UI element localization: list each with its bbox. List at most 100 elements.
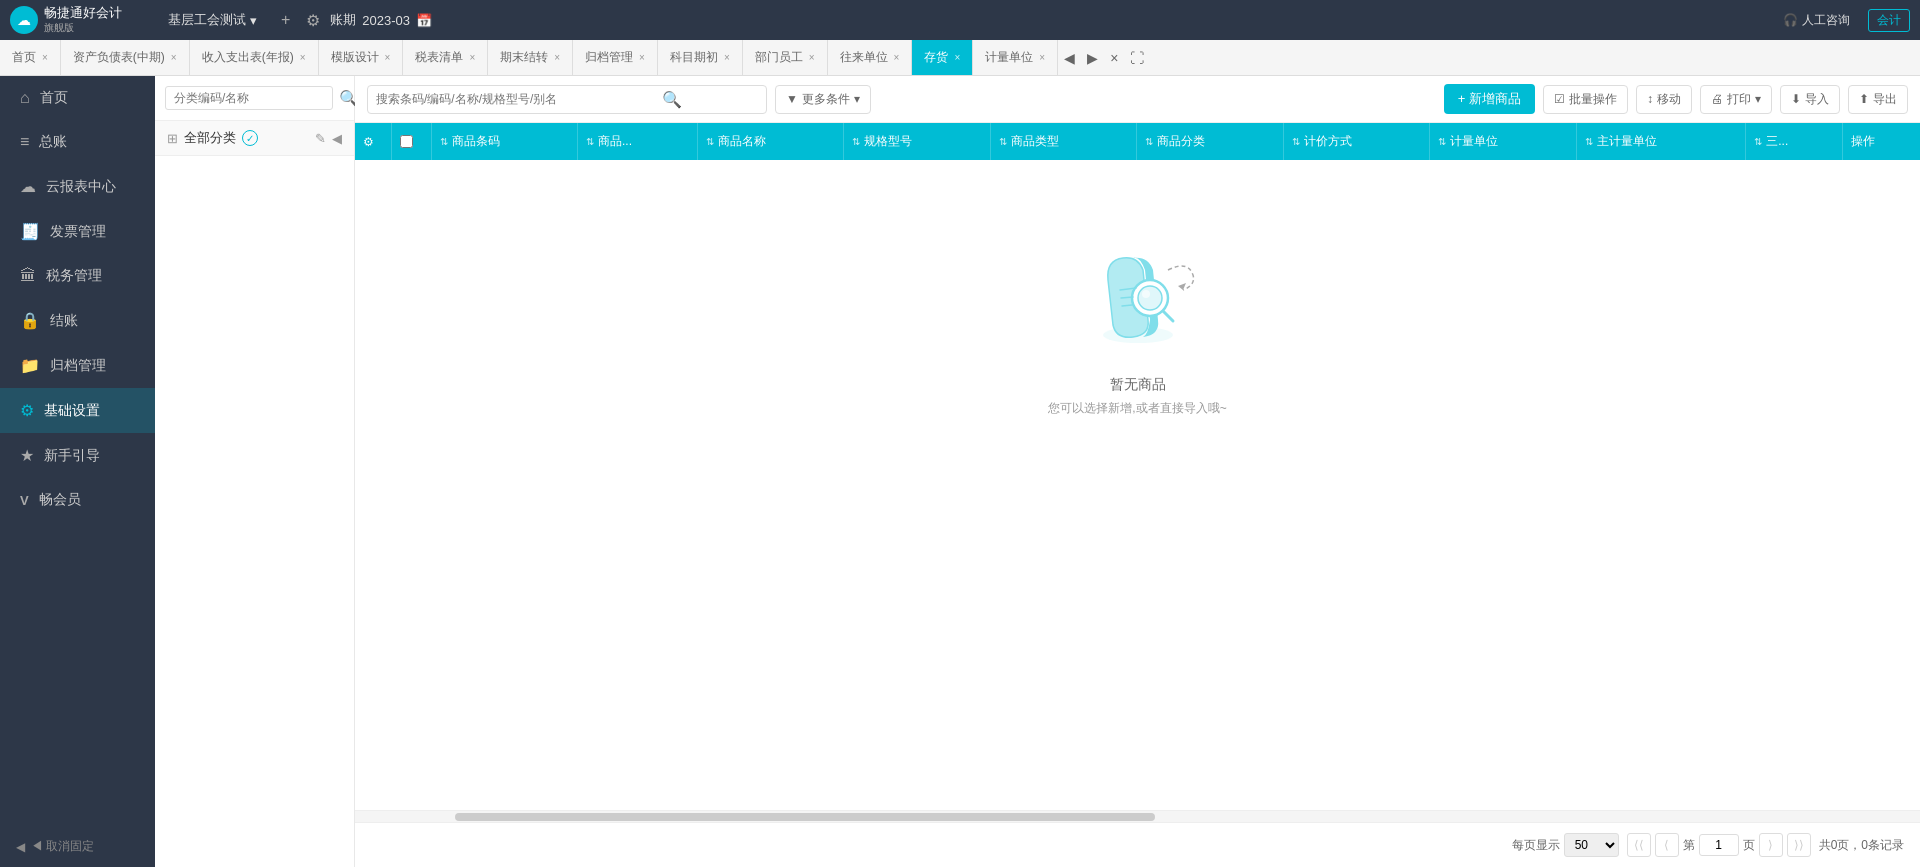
last-page-button[interactable]: ⟩⟩ (1787, 833, 1811, 857)
tab-partner[interactable]: 往来单位 × (828, 40, 913, 76)
tab-archive-close[interactable]: × (639, 52, 645, 63)
tab-employee-close[interactable]: × (809, 52, 815, 63)
th-category[interactable]: ⇅ 商品分类 (1137, 123, 1284, 160)
tab-income[interactable]: 收入支出表(年报) × (190, 40, 319, 76)
tab-template-label: 模版设计 (331, 49, 379, 66)
page-input[interactable] (1699, 834, 1739, 856)
sidebar-item-cloud[interactable]: ☁ 云报表中心 (0, 164, 155, 209)
th-type[interactable]: ⇅ 商品类型 (990, 123, 1137, 160)
sidebar-item-guide[interactable]: ★ 新手引导 (0, 433, 155, 478)
horizontal-scrollbar[interactable] (355, 810, 1920, 822)
tab-subject[interactable]: 科目期初 × (658, 40, 743, 76)
move-icon: ↕ (1647, 92, 1653, 106)
th-main-unit[interactable]: ⇅ 主计量单位 (1576, 123, 1745, 160)
tab-tax[interactable]: 税表清单 × (403, 40, 488, 76)
print-label: 打印 (1727, 91, 1751, 108)
tab-inventory[interactable]: 存货 × (912, 40, 973, 76)
search-input[interactable] (376, 92, 656, 106)
filter-icon: ▼ (786, 92, 798, 106)
tab-subject-close[interactable]: × (724, 52, 730, 63)
sidebar-item-home[interactable]: ⌂ 首页 (0, 76, 155, 120)
sidebar-item-archive[interactable]: 📁 归档管理 (0, 343, 155, 388)
th-code[interactable]: ⇅ 商品... (578, 123, 698, 160)
invoice-icon: 🧾 (20, 222, 40, 241)
tab-tax-close[interactable]: × (469, 52, 475, 63)
select-all-checkbox[interactable] (400, 135, 413, 148)
calendar-icon[interactable]: 📅 (416, 13, 432, 28)
tab-archive[interactable]: 归档管理 × (573, 40, 658, 76)
sort-spec-icon: ⇅ (852, 136, 860, 147)
th-name[interactable]: ⇅ 商品名称 (697, 123, 844, 160)
sidebar-item-close[interactable]: 🔒 结账 (0, 298, 155, 343)
th-price-mode[interactable]: ⇅ 计价方式 (1283, 123, 1430, 160)
collapse-panel-icon[interactable]: ◀ (332, 131, 342, 146)
th-spec[interactable]: ⇅ 规格型号 (844, 123, 991, 160)
export-button[interactable]: ⬆ 导出 (1848, 85, 1908, 114)
tab-assets-close[interactable]: × (171, 52, 177, 63)
import-button[interactable]: ⬇ 导入 (1780, 85, 1840, 114)
page-suffix: 页 (1743, 837, 1755, 854)
category-search-input[interactable] (165, 86, 333, 110)
print-button[interactable]: 🖨 打印 ▾ (1700, 85, 1772, 114)
next-page-button[interactable]: ⟩ (1759, 833, 1783, 857)
empty-illustration (1078, 240, 1198, 360)
scrollbar-thumb[interactable] (455, 813, 1155, 821)
first-page-button[interactable]: ⟨⟨ (1627, 833, 1651, 857)
sidebar-collapse[interactable]: ◀ ◀ 取消固定 (0, 826, 155, 867)
tab-nav-maximize[interactable]: ⛶ (1124, 40, 1150, 76)
edit-category-icon[interactable]: ✎ (315, 131, 326, 146)
app-sub: 旗舰版 (44, 21, 122, 35)
tab-nav-right[interactable]: ▶ (1081, 40, 1104, 76)
data-table: ⚙ ⇅ (355, 123, 1920, 160)
tab-nav-left[interactable]: ◀ (1058, 40, 1081, 76)
th-unit[interactable]: ⇅ 计量单位 (1430, 123, 1577, 160)
th-col3[interactable]: ⇅ 三... (1746, 123, 1843, 160)
tab-unit-close[interactable]: × (1039, 52, 1045, 63)
sort-unit-icon: ⇅ (1438, 136, 1446, 147)
sidebar-label-cloud: 云报表中心 (46, 178, 116, 196)
add-tab-button[interactable]: + (275, 9, 296, 31)
th-code-label: 商品... (598, 133, 632, 150)
svg-line-7 (1122, 305, 1132, 306)
prev-page-button[interactable]: ⟨ (1655, 833, 1679, 857)
import-label: 导入 (1805, 91, 1829, 108)
per-page-select[interactable]: 50 100 200 (1564, 833, 1619, 857)
add-product-button[interactable]: + 新增商品 (1444, 84, 1535, 114)
category-check-icon: ✓ (242, 130, 258, 146)
sidebar-item-settings[interactable]: ⚙ 基础设置 (0, 388, 155, 433)
th-type-label: 商品类型 (1011, 133, 1059, 150)
search-icon[interactable]: 🔍 (662, 90, 682, 109)
tab-inventory-close[interactable]: × (954, 52, 960, 63)
tab-unit[interactable]: 计量单位 × (973, 40, 1058, 76)
th-barcode[interactable]: ⇅ 商品条码 (431, 123, 578, 160)
batch-button[interactable]: ☑ 批量操作 (1543, 85, 1628, 114)
tab-partner-close[interactable]: × (894, 52, 900, 63)
category-search-bar: 🔍 (155, 76, 354, 121)
customer-service-button[interactable]: 🎧 人工咨询 (1775, 8, 1858, 33)
home-icon: ⌂ (20, 89, 30, 107)
th-checkbox[interactable] (391, 123, 431, 160)
workspace-selector[interactable]: 基层工会测试 ▾ (160, 7, 265, 33)
tab-home-close[interactable]: × (42, 52, 48, 63)
tab-period[interactable]: 期末结转 × (488, 40, 573, 76)
tab-home[interactable]: 首页 × (0, 40, 61, 76)
kuaiji-badge[interactable]: 会计 (1868, 9, 1910, 32)
th-settings[interactable]: ⚙ (355, 123, 391, 160)
settings-icon[interactable]: ⚙ (306, 11, 320, 30)
tab-period-label: 期末结转 (500, 49, 548, 66)
sidebar-item-ledger[interactable]: ≡ 总账 (0, 120, 155, 164)
tab-employee[interactable]: 部门员工 × (743, 40, 828, 76)
sidebar-item-tax[interactable]: 🏛 税务管理 (0, 254, 155, 298)
tab-template-close[interactable]: × (385, 52, 391, 63)
sidebar-item-invoice[interactable]: 🧾 发票管理 (0, 209, 155, 254)
tab-template[interactable]: 模版设计 × (319, 40, 404, 76)
tab-period-close[interactable]: × (554, 52, 560, 63)
content-area: 🔍 ⊞ 全部分类 ✓ ✎ ◀ (155, 76, 1920, 867)
add-product-label: + 新增商品 (1458, 90, 1521, 108)
tab-nav-close-all[interactable]: × (1104, 40, 1124, 76)
tab-income-close[interactable]: × (300, 52, 306, 63)
tab-assets[interactable]: 资产负债表(中期) × (61, 40, 190, 76)
sidebar-item-member[interactable]: V 畅会员 (0, 478, 155, 522)
move-button[interactable]: ↕ 移动 (1636, 85, 1692, 114)
filter-button[interactable]: ▼ 更多条件 ▾ (775, 85, 871, 114)
